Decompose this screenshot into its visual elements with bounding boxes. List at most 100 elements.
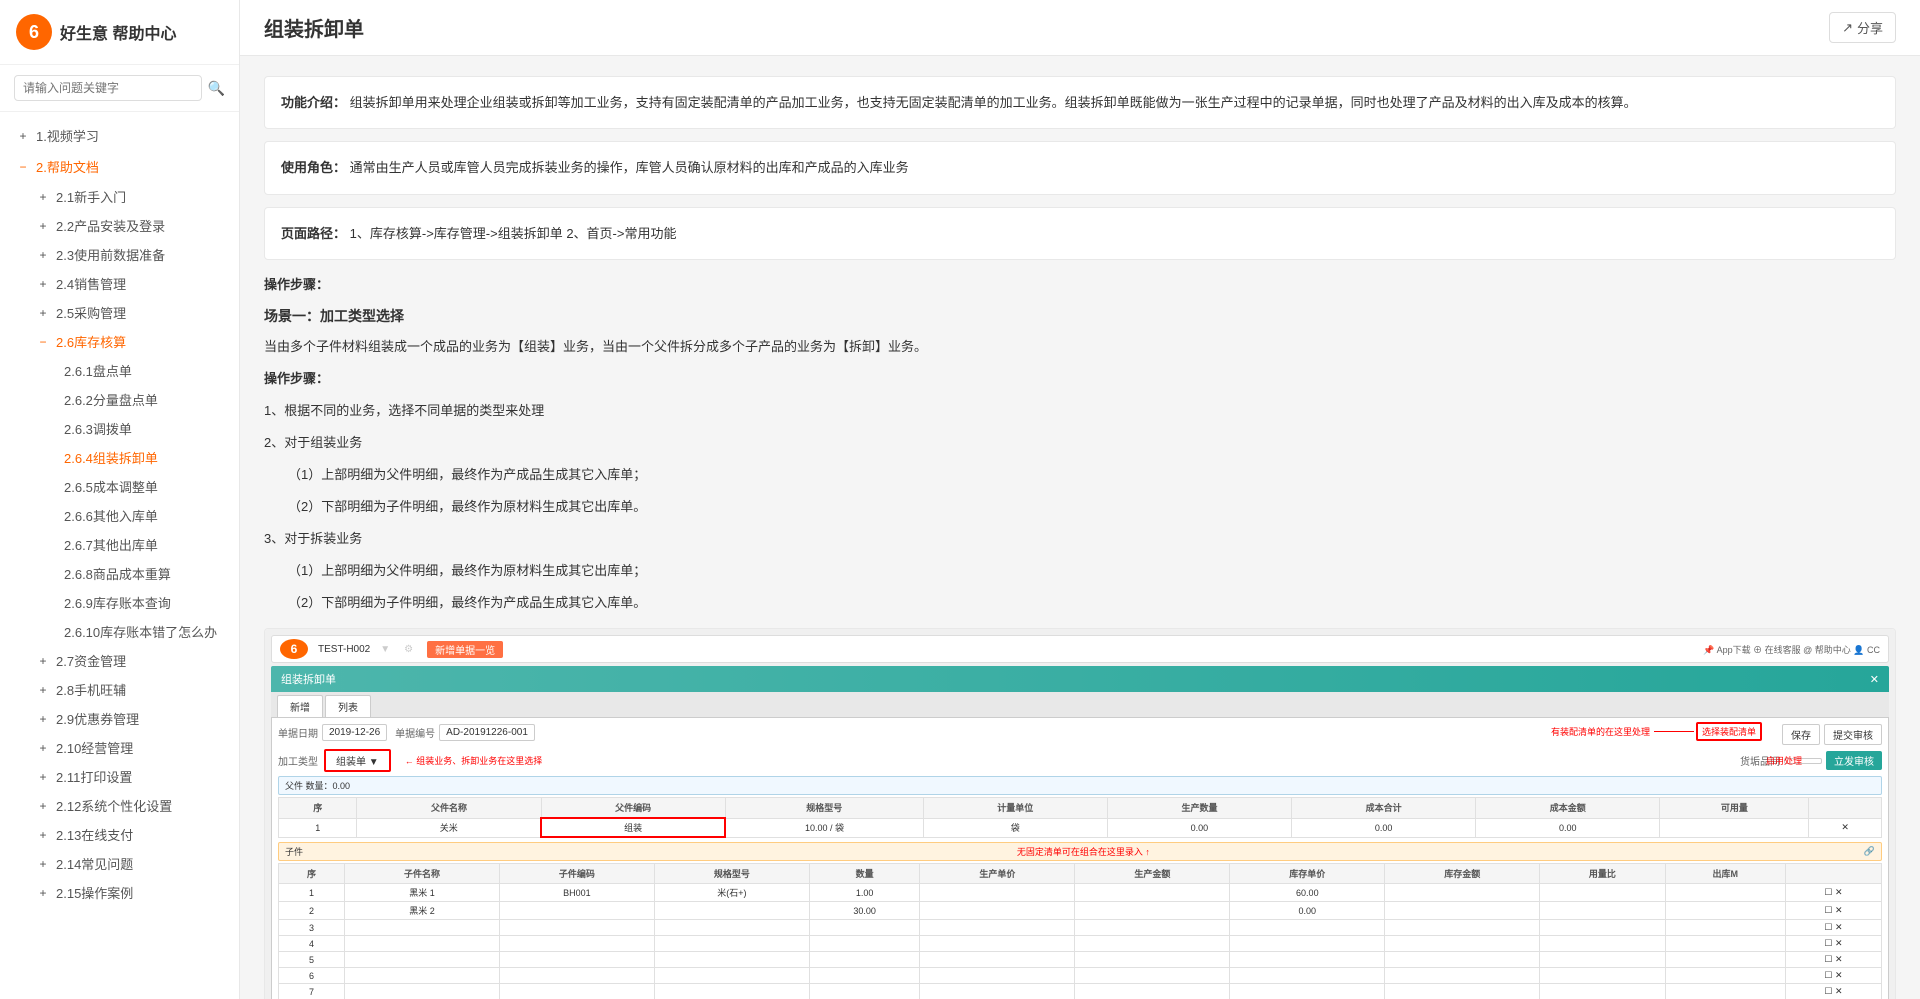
sidebar-item-264[interactable]: 2.6.4组装拆卸单	[56, 443, 239, 472]
step1-text: 1、根据不同的业务，选择不同单据的类型来处理	[264, 398, 1896, 424]
sidebar-item-24[interactable]: + 2.4销售管理	[28, 269, 239, 298]
sidebar-item-212[interactable]: + 2.12系统个性化设置	[28, 791, 239, 820]
sim-child-row-4: 4 ☐ ✕	[279, 936, 1882, 952]
sidebar-item-docs[interactable]: − 2.帮助文档	[0, 151, 239, 182]
sim-tab-bar: 新增 列表	[271, 692, 1889, 717]
sidebar-item-262[interactable]: 2.6.2分量盘点单	[56, 385, 239, 414]
sim-child-row-2: 2 黑米 2 30.00 0.00	[279, 902, 1882, 920]
annotation-2: ← 组装业务、拆卸业务在这里选择	[405, 754, 543, 767]
sidebar-item-26[interactable]: − 2.6库存核算	[28, 327, 239, 356]
expand-icon: +	[16, 129, 30, 143]
annotation-3: 启用处理	[1766, 754, 1802, 767]
sim-type-selector: 组装单 ▼	[324, 749, 391, 772]
logo-area: 6 好生意 帮助中心	[0, 0, 239, 65]
scenario1-title: 场景一：加工类型选择	[264, 306, 1896, 326]
step2-sub1: （1）上部明细为父件明细，最终作为产成品生成其它入库单；	[264, 462, 1896, 488]
step2-sub2: （2）下部明细为子件明细，最终作为原材料生成其它出库单。	[264, 494, 1896, 520]
search-button[interactable]: 🔍	[208, 80, 225, 97]
role-label: 使用角色：	[281, 160, 346, 175]
function-intro-block: 功能介绍： 组装拆卸单用来处理企业组装或拆卸等加工业务，支持有固定装配清单的产品…	[264, 76, 1896, 129]
expand-icon: −	[16, 160, 30, 174]
sim-form-area: 单据日期 2019-12-26 单据编号 AD-20191226-001 有装配…	[271, 717, 1889, 999]
sim-action-btns: 保存 提交审核	[1782, 724, 1882, 745]
step3-text: 3、对于拆装业务	[264, 526, 1896, 552]
sim-close-btn: ✕	[1870, 673, 1879, 686]
sim-child-table-area: 子件 无固定清单可在组合在这里录入 ↑ 🔗 序 子件名称 子件编码 规格型号	[278, 842, 1882, 999]
sidebar-item-213[interactable]: + 2.13在线支付	[28, 820, 239, 849]
annotation-1: 有装配清单的在这里处理 选择装配清单	[1551, 722, 1762, 741]
sidebar-item-210[interactable]: + 2.10经营管理	[28, 733, 239, 762]
sim-logo: 6	[280, 639, 308, 659]
share-button[interactable]: ↗ 分享	[1829, 12, 1896, 43]
sidebar-item-27[interactable]: + 2.7资金管理	[28, 646, 239, 675]
sidebar-item-25[interactable]: + 2.5采购管理	[28, 298, 239, 327]
role-block: 使用角色： 通常由生产人员或库管人员完成拆装业务的操作，库管人员确认原材料的出库…	[264, 141, 1896, 194]
sidebar-item-269[interactable]: 2.6.9库存账本查询	[56, 588, 239, 617]
steps-label2: 操作步骤：	[264, 366, 1896, 392]
share-icon: ↗	[1842, 20, 1853, 36]
simulated-screenshot: 6 TEST-H002 ▼ ⚙ 新增单据一览 📌 App下载 ⊕ 在线客服 @ …	[265, 629, 1895, 999]
steps-title: 操作步骤：	[264, 272, 1896, 298]
sidebar-item-267[interactable]: 2.6.7其他出库单	[56, 530, 239, 559]
logo-icon: 6	[16, 14, 52, 50]
sim-tab-list: 列表	[325, 695, 371, 717]
sim-child-row-3: 3 ☐ ✕	[279, 920, 1882, 936]
scenario1-block: 场景一：加工类型选择 当由多个子件材料组装成一个成品的业务为【组装】业务，当由一…	[264, 306, 1896, 616]
content-area: 功能介绍： 组装拆卸单用来处理企业组装或拆卸等加工业务，支持有固定装配清单的产品…	[240, 56, 1920, 999]
sidebar-item-268[interactable]: 2.6.8商品成本重算	[56, 559, 239, 588]
sidebar-item-265[interactable]: 2.6.5成本调整单	[56, 472, 239, 501]
sidebar-item-22[interactable]: + 2.2产品安装及登录	[28, 211, 239, 240]
topbar: 组装拆卸单 ↗ 分享	[240, 0, 1920, 56]
sim-title-bar: 组装拆卸单 ✕	[271, 666, 1889, 692]
sidebar-item-29[interactable]: + 2.9优惠券管理	[28, 704, 239, 733]
sim-tab-new: 新增	[277, 695, 323, 717]
sidebar-item-211[interactable]: + 2.11打印设置	[28, 762, 239, 791]
step2-text: 2、对于组装业务	[264, 430, 1896, 456]
sim-num-field: 单据编号 AD-20191226-001	[395, 724, 535, 741]
sidebar-item-video[interactable]: + 1.视频学习	[0, 120, 239, 151]
annotation-4: 无固定清单可在组合在这里录入 ↑	[1017, 845, 1150, 858]
sim-child-row-6: 6 ☐ ✕	[279, 968, 1882, 984]
sim-form-row1: 单据日期 2019-12-26 单据编号 AD-20191226-001 有装配…	[278, 724, 1882, 745]
search-box: 🔍	[0, 65, 239, 112]
scenario1-desc: 当由多个子件材料组装成一个成品的业务为【组装】业务，当由一个父件拆分成多个子产品…	[264, 334, 1896, 360]
sim-child-row-5: 5 ☐ ✕	[279, 952, 1882, 968]
search-input[interactable]	[14, 75, 202, 101]
sim-parent-header: 父件 数量：0.00	[278, 776, 1882, 795]
step3-sub1: （1）上部明细为父件明细，最终作为原材料生成其它出库单；	[264, 558, 1896, 584]
sim-company-selector: TEST-H002	[318, 644, 370, 655]
sidebar-item-261[interactable]: 2.6.1盘点单	[56, 356, 239, 385]
docs-26-submenu: 2.6.1盘点单 2.6.2分量盘点单 2.6.3调拨单 2.6.4组装拆卸单 …	[28, 356, 239, 646]
docs-submenu: + 2.1新手入门 + 2.2产品安装及登录 + 2.3使用前数据准备 + 2.…	[0, 182, 239, 907]
sidebar-item-215[interactable]: + 2.15操作案例	[28, 878, 239, 907]
nav-tree: + 1.视频学习 − 2.帮助文档 + 2.1新手入门 + 2.2产品安装及登录…	[0, 112, 239, 999]
sidebar-item-266[interactable]: 2.6.6其他入库单	[56, 501, 239, 530]
logo-text: 好生意 帮助中心	[60, 20, 176, 44]
sim-parent-row-1: 1 关米 组装 10.00 / 袋 袋 0.00 0.00 0.00 ✕	[279, 818, 1882, 837]
sim-child-row-1: 1 黑米 1 BH001 米(石+) 1.00 60.00	[279, 884, 1882, 902]
sidebar: 6 好生意 帮助中心 🔍 + 1.视频学习 − 2.帮助文档 + 2.1新手入门…	[0, 0, 240, 999]
sim-child-table: 序 子件名称 子件编码 规格型号 数量 生产单价 生产金额 库存单价 库存金额	[278, 863, 1882, 999]
role-text: 通常由生产人员或库管人员完成拆装业务的操作，库管人员确认原材料的出库和产成品的入…	[350, 160, 909, 175]
sim-parent-table-area: 父件 数量：0.00 序 父件名称 父件编码 规格型号 计量单位 生	[278, 776, 1882, 838]
sidebar-item-21[interactable]: + 2.1新手入门	[28, 182, 239, 211]
screenshot-container: 6 TEST-H002 ▼ ⚙ 新增单据一览 📌 App下载 ⊕ 在线客服 @ …	[264, 628, 1896, 999]
sidebar-item-23[interactable]: + 2.3使用前数据准备	[28, 240, 239, 269]
main-content: 组装拆卸单 ↗ 分享 功能介绍： 组装拆卸单用来处理企业组装或拆卸等加工业务，支…	[240, 0, 1920, 999]
page-title: 组装拆卸单	[264, 13, 364, 42]
function-intro-label: 功能介绍：	[281, 95, 346, 110]
path-label: 页面路径：	[281, 226, 346, 241]
sidebar-item-263[interactable]: 2.6.3调拨单	[56, 414, 239, 443]
sidebar-item-28[interactable]: + 2.8手机旺辅	[28, 675, 239, 704]
sidebar-item-214[interactable]: + 2.14常见问题	[28, 849, 239, 878]
sim-type-row: 加工类型 组装单 ▼ ← 组装业务、拆卸业务在这里选择 启用处理 货垢品间 立发…	[278, 749, 1882, 772]
function-intro-text: 组装拆卸单用来处理企业组装或拆卸等加工业务，支持有固定装配清单的产品加工业务，也…	[350, 95, 1637, 110]
sim-child-header: 子件 无固定清单可在组合在这里录入 ↑ 🔗	[278, 842, 1882, 861]
step3-sub2: （2）下部明细为子件明细，最终作为产成品生成其它入库单。	[264, 590, 1896, 616]
sim-enable-row: 货垢品间 立发审核	[1740, 751, 1882, 770]
sim-new-btn: 新增单据一览	[427, 641, 503, 658]
sim-nav-bar: 6 TEST-H002 ▼ ⚙ 新增单据一览 📌 App下载 ⊕ 在线客服 @ …	[271, 635, 1889, 663]
sidebar-item-2610[interactable]: 2.6.10库存账本错了怎么办	[56, 617, 239, 646]
path-block: 页面路径： 1、库存核算->库存管理->组装拆卸单 2、首页->常用功能	[264, 207, 1896, 260]
sim-parent-table: 序 父件名称 父件编码 规格型号 计量单位 生产数量 成本合计 成本金额 可用量	[278, 797, 1882, 838]
